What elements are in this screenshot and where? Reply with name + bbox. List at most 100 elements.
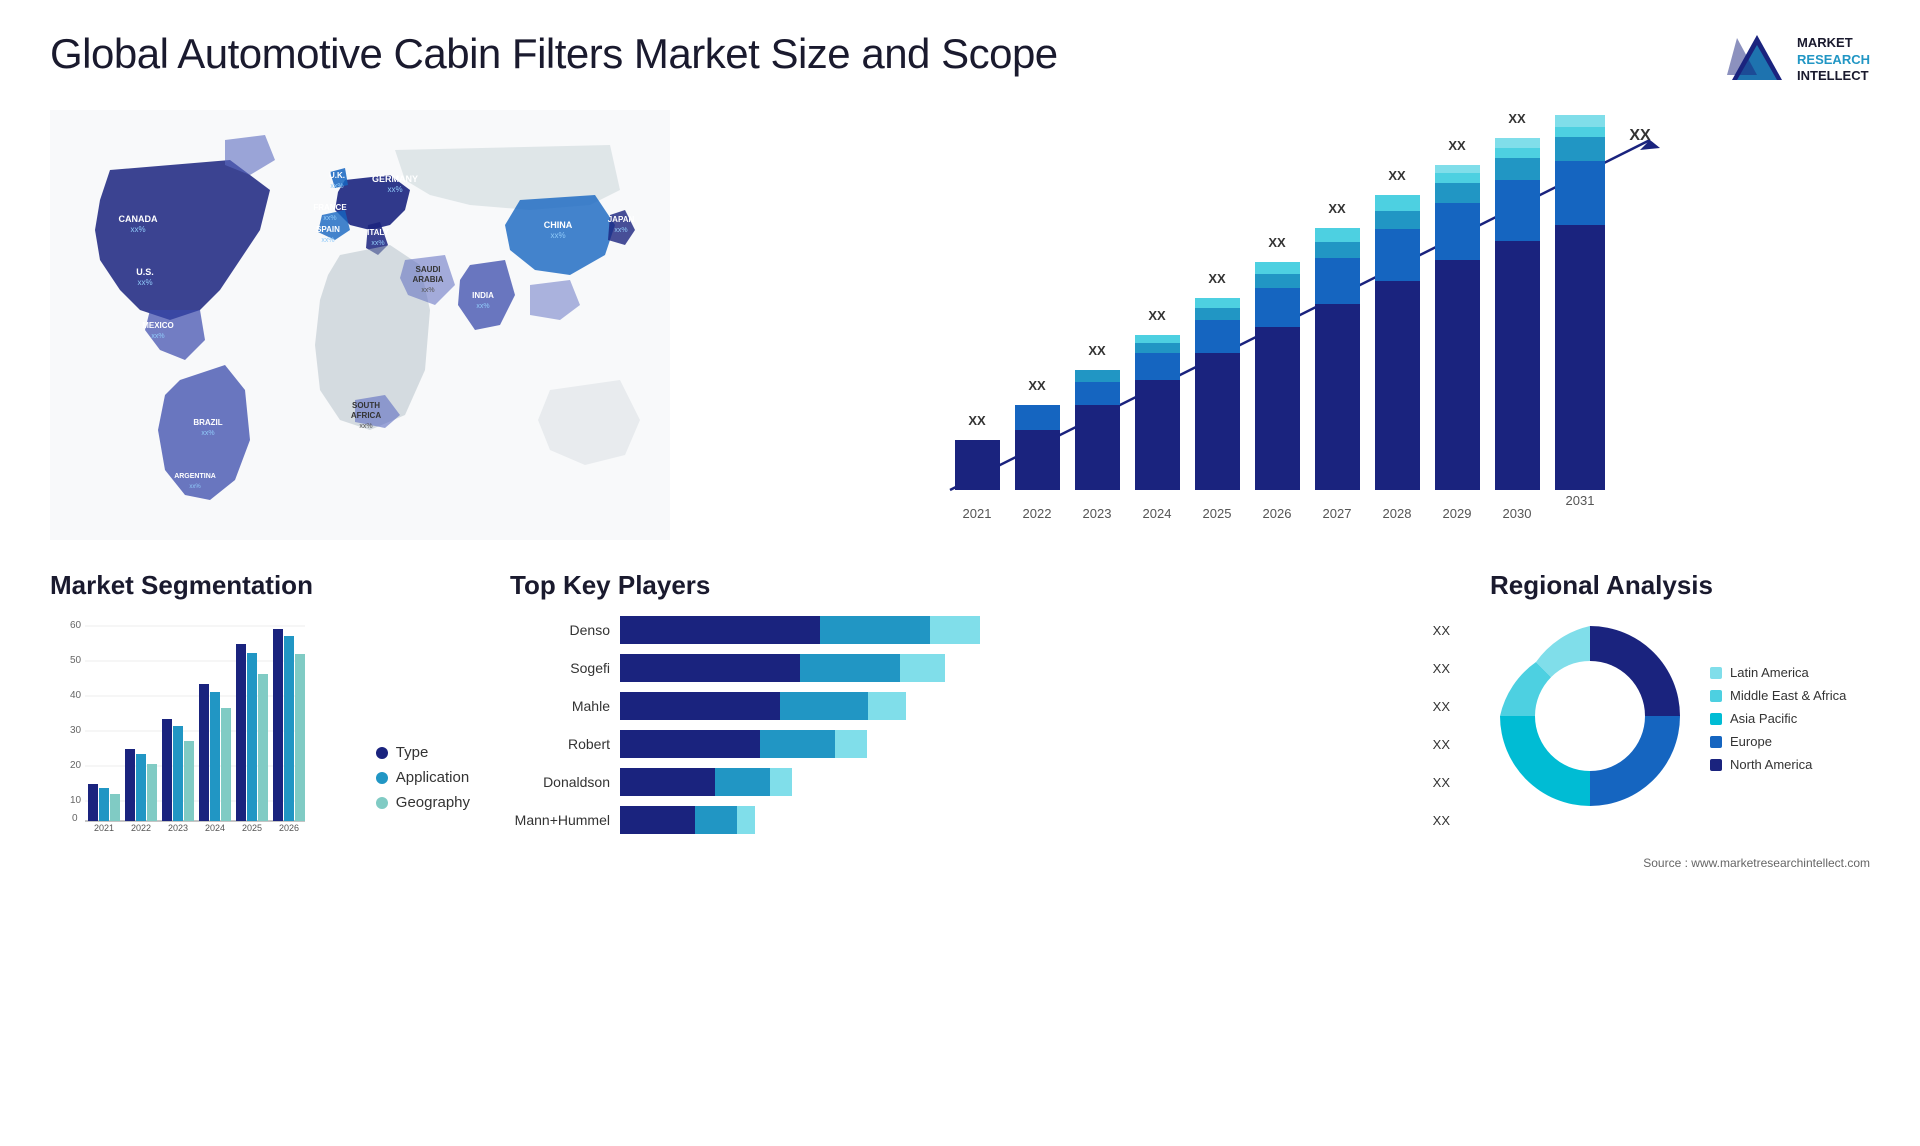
donut-svg [1490,616,1690,816]
legend-asia-pacific: Asia Pacific [1710,711,1846,726]
svg-text:xx%: xx% [130,225,145,234]
legend-application: Application [376,769,470,786]
svg-text:MEXICO: MEXICO [142,321,174,330]
svg-text:xx%: xx% [476,303,489,310]
svg-text:2024: 2024 [205,823,225,833]
svg-text:xx%: xx% [614,227,627,234]
player-row-denso: Denso XX [510,616,1450,644]
svg-text:2023: 2023 [168,823,188,833]
svg-text:U.S.: U.S. [136,267,154,277]
player-value-robert: XX [1433,737,1450,752]
player-bar-mannhummel [620,806,1417,834]
svg-text:2022: 2022 [131,823,151,833]
map-svg: CANADA xx% U.S. xx% MEXICO xx% BRAZIL xx… [50,110,670,540]
bar-seg2 [820,616,930,644]
player-name-denso: Denso [510,622,610,638]
svg-text:ARABIA: ARABIA [412,275,443,284]
type-label: Type [396,744,429,761]
svg-text:XX: XX [1148,308,1166,323]
svg-text:2026: 2026 [1263,506,1292,521]
svg-text:xx%: xx% [371,240,384,247]
svg-text:U.K.: U.K. [329,171,345,180]
svg-text:XX: XX [1268,235,1286,250]
svg-text:50: 50 [70,655,82,666]
bar-seg2 [695,806,737,834]
logo-text: MARKET RESEARCH INTELLECT [1797,35,1870,86]
source-text: Source : www.marketresearchintellect.com [0,856,1920,870]
player-value-mannhummel: XX [1433,813,1450,828]
segmentation-title: Market Segmentation [50,570,470,601]
svg-text:CANADA: CANADA [119,214,158,224]
middle-east-dot [1710,690,1722,702]
bar-seg1 [620,616,820,644]
seg-chart: 60 50 40 30 20 10 0 [50,616,356,841]
svg-text:XX: XX [1088,343,1106,358]
svg-text:xx%: xx% [330,183,343,190]
svg-text:XX: XX [968,413,986,428]
svg-text:ARGENTINA: ARGENTINA [174,473,216,480]
svg-text:2024: 2024 [1143,506,1172,521]
geography-label: Geography [396,794,470,811]
latin-america-label: Latin America [1730,665,1809,680]
svg-text:40: 40 [70,690,82,701]
player-bar-robert [620,730,1417,758]
svg-text:XX: XX [1388,168,1406,183]
north-america-dot [1710,759,1722,771]
top-content-row: CANADA xx% U.S. xx% MEXICO xx% BRAZIL xx… [0,110,1920,540]
player-name-mannhummel: Mann+Hummel [510,812,610,828]
svg-text:10: 10 [70,795,82,806]
player-row-robert: Robert XX [510,730,1450,758]
svg-text:xx%: xx% [387,185,402,194]
legend-north-america: North America [1710,757,1846,772]
svg-text:60: 60 [70,620,82,631]
bar-seg3 [737,806,755,834]
application-dot [376,772,388,784]
svg-text:AFRICA: AFRICA [351,411,381,420]
bar-seg2 [800,654,900,682]
logo: MARKET RESEARCH INTELLECT [1727,30,1870,90]
svg-text:XX: XX [1028,378,1046,393]
svg-text:FRANCE: FRANCE [313,203,347,212]
page-title: Global Automotive Cabin Filters Market S… [50,30,1058,78]
svg-text:xx%: xx% [323,215,336,222]
svg-text:2031: 2031 [1566,493,1595,508]
donut-chart [1490,616,1690,821]
legend-middle-east: Middle East & Africa [1710,688,1846,703]
svg-text:20: 20 [70,760,82,771]
svg-text:2027: 2027 [1323,506,1352,521]
players-section: Top Key Players Denso XX Sogefi [510,570,1450,841]
svg-text:0: 0 [72,813,78,824]
svg-text:xx%: xx% [151,333,164,340]
forecast-chart: XX 2021 XX 2022 XX 2023 XX 2024 [710,110,1870,540]
bar-seg3 [930,616,980,644]
svg-text:2023: 2023 [1083,506,1112,521]
bar-seg2 [780,692,868,720]
bar-seg1 [620,654,800,682]
application-label: Application [396,769,469,786]
svg-text:xx%: xx% [201,430,214,437]
player-value-sogefi: XX [1433,661,1450,676]
regional-title: Regional Analysis [1490,570,1870,601]
svg-text:SOUTH: SOUTH [352,401,380,410]
segmentation-section: Market Segmentation 60 50 40 30 20 10 0 [50,570,470,841]
player-bar-donaldson [620,768,1417,796]
europe-label: Europe [1730,734,1772,749]
svg-text:xx%: xx% [421,287,434,294]
player-row-sogefi: Sogefi XX [510,654,1450,682]
svg-text:2025: 2025 [1203,506,1232,521]
bottom-row: Market Segmentation 60 50 40 30 20 10 0 [0,550,1920,851]
svg-text:JAPAN: JAPAN [608,215,635,224]
player-name-donaldson: Donaldson [510,774,610,790]
svg-text:GERMANY: GERMANY [372,174,418,184]
regional-section: Regional Analysis [1490,570,1870,841]
svg-text:ITALY: ITALY [367,228,389,237]
svg-text:SPAIN: SPAIN [316,225,340,234]
svg-text:SAUDI: SAUDI [416,265,441,274]
middle-east-label: Middle East & Africa [1730,688,1846,703]
header: Global Automotive Cabin Filters Market S… [0,0,1920,110]
svg-text:CHINA: CHINA [544,220,573,230]
asia-pacific-label: Asia Pacific [1730,711,1797,726]
seg-legend: Type Application Geography [376,744,470,841]
svg-text:xx%: xx% [137,278,152,287]
svg-text:XX: XX [1448,138,1466,153]
